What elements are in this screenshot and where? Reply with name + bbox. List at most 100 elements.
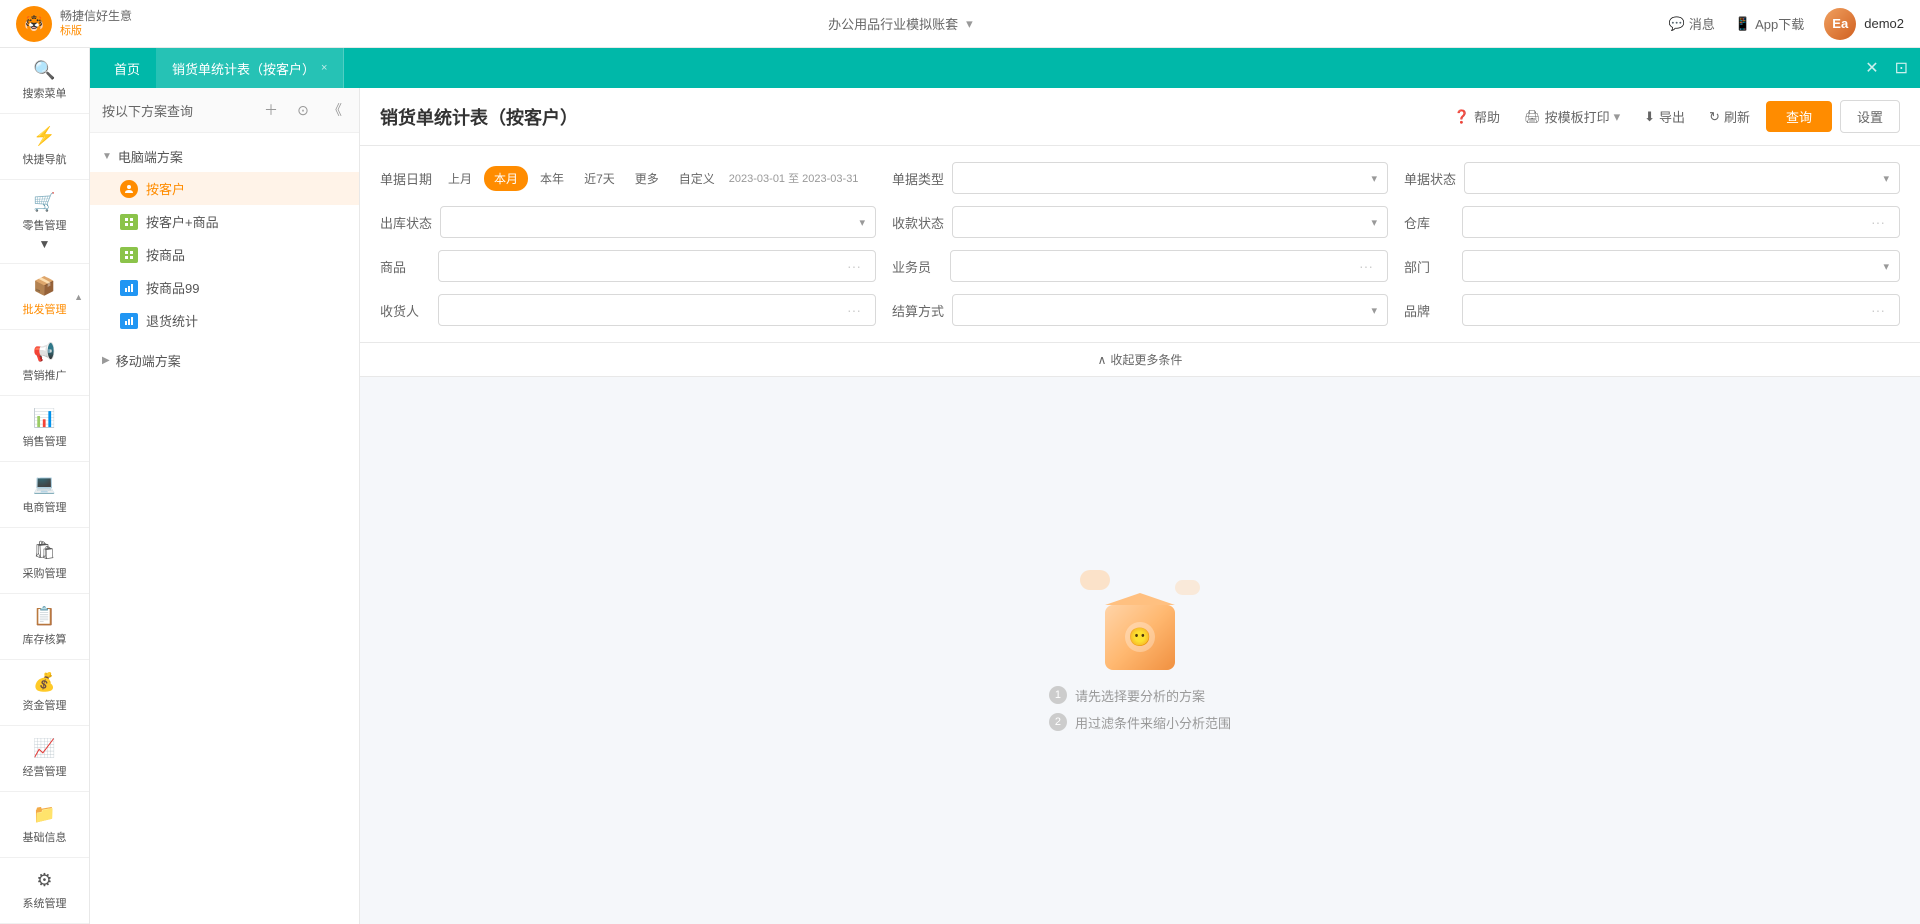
sidebar-item-marketing[interactable]: 📢 营销推广 — [0, 330, 89, 396]
sidebar-item-wholesale[interactable]: 📦 批发管理 — [0, 264, 89, 330]
sidebar: 🔍 搜索菜单 ⚡ 快捷导航 🛒 零售管理 📦 批发管理 📢 营销推广 📊 销售管… — [0, 48, 90, 924]
settings-button[interactable]: 设置 — [1840, 100, 1900, 133]
filter-department: 部门 ▾ — [1404, 250, 1900, 282]
filter-row-2: 出库状态 ▾ 收款状态 ▾ — [380, 206, 1900, 238]
scheme-item-by-customer-goods[interactable]: 按客户+商品 — [90, 205, 359, 238]
desktop-group-header[interactable]: ▼ 电脑端方案 — [90, 141, 359, 172]
goods-dots[interactable]: ··· — [843, 258, 865, 274]
scheme-item-by-customer[interactable]: 按客户 — [90, 172, 359, 205]
payment-status-select[interactable]: ▾ — [952, 206, 1388, 238]
scheme-item-by-goods[interactable]: 按商品 — [90, 238, 359, 271]
tab-sales-stats[interactable]: 销货单统计表（按客户） × — [156, 48, 344, 88]
refresh-button[interactable]: ↻ 刷新 — [1701, 103, 1758, 130]
warehouse-select[interactable]: ··· — [1462, 206, 1900, 238]
department-select[interactable]: ▾ — [1462, 250, 1900, 282]
date-opt-lastmonth[interactable]: 上月 — [440, 166, 480, 191]
date-opt-thisyear[interactable]: 本年 — [532, 166, 572, 191]
left-panel: 按以下方案查询 ＋ ⊙ 《 ▼ 电脑端方案 按客户 — [90, 88, 360, 924]
app-download-button[interactable]: 📱 App下载 — [1735, 14, 1804, 33]
department-arrow: ▾ — [1883, 260, 1889, 273]
tab-home[interactable]: 首页 — [98, 48, 156, 88]
window-maximize-button[interactable]: ⊡ — [1891, 54, 1912, 82]
salesperson-select[interactable]: ··· — [950, 250, 1388, 282]
sidebar-item-search-menu[interactable]: 🔍 搜索菜单 — [0, 48, 89, 114]
sidebar-item-finance[interactable]: 💰 资金管理 — [0, 660, 89, 726]
filter-date: 单据日期 上月 本月 本年 近7天 更多 自定义 20 — [380, 166, 876, 191]
top-header: 🐯 畅捷信好生意 标版 办公用品行业模拟账套 ▾ 💬 消息 📱 App下载 Ea… — [0, 0, 1920, 48]
sidebar-item-operations[interactable]: 📈 经营管理 — [0, 726, 89, 792]
receiver-select[interactable]: ··· — [438, 294, 876, 326]
scheme-icon-goods-99 — [120, 280, 138, 296]
collapse-panel-button[interactable]: 《 — [323, 98, 347, 122]
window-close-button[interactable]: ✕ — [1861, 54, 1882, 82]
order-status-select[interactable]: ▾ — [1464, 162, 1900, 194]
brand-dots[interactable]: ··· — [1867, 302, 1889, 318]
mobile-group-header[interactable]: ▶ 移动端方案 — [90, 345, 359, 376]
salesperson-dots[interactable]: ··· — [1355, 258, 1377, 274]
message-button[interactable]: 💬 消息 — [1669, 14, 1715, 33]
filter-salesperson: 业务员 ··· — [892, 250, 1388, 282]
brand-select[interactable]: ··· — [1462, 294, 1900, 326]
help-icon: ❓ — [1454, 109, 1470, 125]
sidebar-item-system[interactable]: ⚙ 系统管理 — [0, 858, 89, 924]
tab-close-icon[interactable]: × — [321, 62, 327, 74]
query-button[interactable]: 查询 — [1766, 101, 1832, 132]
empty-face: 😶 — [1125, 622, 1155, 652]
receiver-dots[interactable]: ··· — [843, 302, 865, 318]
stock-status-select[interactable]: ▾ — [440, 206, 876, 238]
print-dropdown-icon: ▾ — [1614, 109, 1621, 125]
main-container: 🔍 搜索菜单 ⚡ 快捷导航 🛒 零售管理 📦 批发管理 📢 营销推广 📊 销售管… — [0, 48, 1920, 924]
date-opt-thismonth[interactable]: 本月 — [484, 166, 528, 191]
user-area[interactable]: Ea demo2 — [1824, 8, 1904, 40]
industry-selector[interactable]: 办公用品行业模拟账套 ▾ — [828, 14, 973, 33]
sidebar-item-purchase[interactable]: 🛍 采购管理 — [0, 528, 89, 594]
filter-payment-method: 结算方式 ▾ — [892, 294, 1388, 326]
tip-number-1: 1 — [1049, 686, 1067, 704]
date-opt-more[interactable]: 更多 — [627, 166, 667, 191]
message-icon: 💬 — [1669, 16, 1685, 32]
mobile-expand-icon: ▶ — [102, 355, 110, 366]
sidebar-item-basic[interactable]: 📁 基础信息 — [0, 792, 89, 858]
order-type-select[interactable]: ▾ — [952, 162, 1388, 194]
warehouse-dots[interactable]: ··· — [1867, 214, 1889, 230]
scheme-icon-goods — [120, 247, 138, 263]
order-type-arrow: ▾ — [1371, 172, 1377, 185]
sidebar-item-inventory[interactable]: 📋 库存核算 — [0, 594, 89, 660]
inventory-icon: 📋 — [33, 606, 55, 627]
sidebar-item-retail[interactable]: 🛒 零售管理 — [0, 180, 89, 264]
add-scheme-button[interactable]: ＋ — [259, 98, 283, 122]
filter-payment-status: 收款状态 ▾ — [892, 206, 1388, 238]
operations-icon: 📈 — [33, 738, 55, 759]
scheme-item-by-goods-99[interactable]: 按商品99 — [90, 271, 359, 304]
export-button[interactable]: ⬇ 导出 — [1636, 103, 1693, 130]
basic-icon: 📁 — [33, 804, 55, 825]
scheme-settings-button[interactable]: ⊙ — [291, 98, 315, 122]
content-area: 按以下方案查询 ＋ ⊙ 《 ▼ 电脑端方案 按客户 — [90, 88, 1920, 924]
collapse-bar[interactable]: ∧ 收起更多条件 — [360, 343, 1920, 377]
sidebar-item-quick-nav[interactable]: ⚡ 快捷导航 — [0, 114, 89, 180]
collapse-icon: ∧ — [1098, 353, 1107, 367]
scheme-icon-return — [120, 313, 138, 329]
date-opt-last7days[interactable]: 近7天 — [576, 166, 623, 191]
dropdown-icon[interactable]: ▾ — [966, 16, 973, 32]
scheme-icon-customer-goods — [120, 214, 138, 230]
stock-status-arrow: ▾ — [859, 216, 865, 229]
help-button[interactable]: ❓ 帮助 — [1446, 103, 1508, 130]
date-opt-custom[interactable]: 自定义 — [671, 166, 723, 191]
filter-order-type: 单据类型 ▾ — [892, 162, 1388, 194]
goods-select[interactable]: ··· — [438, 250, 876, 282]
filter-area: 单据日期 上月 本月 本年 近7天 更多 自定义 20 — [360, 146, 1920, 343]
search-menu-icon: 🔍 — [33, 60, 55, 81]
template-print-button[interactable]: 🖨 按模板打印 ▾ — [1516, 103, 1628, 130]
print-icon: 🖨 — [1524, 109, 1541, 125]
purchase-icon: 🛍 — [33, 540, 56, 561]
scheme-item-return-stats[interactable]: 退货统计 — [90, 304, 359, 337]
empty-state: 😶 1 请先选择要分析的方案 2 用过滤条件来缩小分析范围 — [360, 377, 1920, 924]
filter-goods: 商品 ··· — [380, 250, 876, 282]
marketing-icon: 📢 — [33, 342, 55, 363]
sidebar-item-ecommerce[interactable]: 💻 电商管理 — [0, 462, 89, 528]
payment-method-select[interactable]: ▾ — [952, 294, 1388, 326]
retail-icon: 🛒 — [33, 192, 55, 213]
sales-icon: 📊 — [33, 408, 55, 429]
sidebar-item-sales[interactable]: 📊 销售管理 — [0, 396, 89, 462]
